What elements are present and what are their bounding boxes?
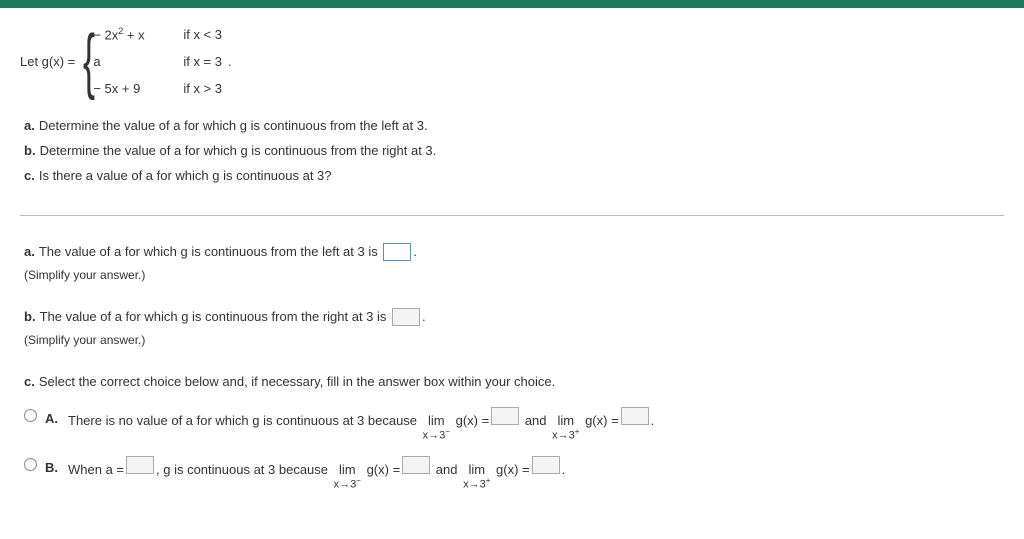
question-text: Is there a value of a for which g is con… (39, 168, 332, 183)
lim-bot: x→3− (334, 477, 361, 491)
answer-a-input[interactable] (383, 243, 411, 261)
lim-bot: x→3+ (463, 477, 490, 491)
content-area: Let g(x) = { − 2x2 + x if x < 3 a if x =… (0, 8, 1024, 539)
question-text: Determine the value of a for which g is … (39, 118, 428, 133)
divider (20, 215, 1004, 216)
choice-b-radio[interactable] (24, 458, 37, 471)
limit-left: lim x→3− (423, 414, 450, 442)
limit-right: lim x→3+ (463, 463, 490, 491)
case-expr: a (93, 54, 173, 69)
function-definition: Let g(x) = { − 2x2 + x if x < 3 a if x =… (20, 20, 1004, 102)
case-cond: if x > 3 (183, 81, 222, 96)
period: . (228, 54, 232, 69)
left-brace: { (83, 25, 95, 97)
choice-a-pre: There is no value of a for which g is co… (68, 409, 417, 432)
case-expr: − 2x2 + x (93, 26, 173, 42)
lim-func: g(x) = (456, 409, 490, 432)
case-expr: − 5x + 9 (93, 81, 173, 96)
lim-top: lim (428, 414, 445, 428)
choice-b-pre2: , g is continuous at 3 because (156, 458, 328, 481)
and-text: and (525, 409, 547, 432)
case-row-2: a if x = 3 (93, 54, 222, 69)
choice-b-a-input[interactable] (126, 456, 154, 474)
lim-bot: x→3+ (552, 428, 579, 442)
choice-b-row: B. When a = , g is continuous at 3 becau… (24, 456, 1004, 491)
case-row-3: − 5x + 9 if x > 3 (93, 81, 222, 96)
answer-text: The value of a for which g is continuous… (39, 244, 378, 259)
choice-a-body: There is no value of a for which g is co… (68, 407, 654, 442)
period: . (422, 309, 426, 324)
question-b: b.Determine the value of a for which g i… (24, 141, 1004, 162)
answer-a: a.The value of a for which g is continuo… (24, 240, 1004, 287)
piecewise-cases: − 2x2 + x if x < 3 a if x = 3 − 5x + 9 i… (93, 20, 222, 102)
period: . (651, 409, 655, 432)
choice-b-label: B. (45, 456, 58, 479)
case-cond: if x = 3 (183, 54, 222, 69)
choice-b-pre1: When a = (68, 458, 124, 481)
limit-left: lim x→3− (334, 463, 361, 491)
answer-a-hint: (Simplify your answer.) (24, 265, 1004, 287)
lim-bot: x→3− (423, 428, 450, 442)
answer-text: Select the correct choice below and, if … (39, 374, 555, 389)
lim-func: g(x) = (585, 409, 619, 432)
limit-right: lim x→3+ (552, 414, 579, 442)
choice-a-lim1-input[interactable] (491, 407, 519, 425)
answer-b: b.The value of a for which g is continuo… (24, 305, 1004, 352)
piecewise-brace: { − 2x2 + x if x < 3 a if x = 3 − 5x + 9… (81, 20, 222, 102)
period: . (562, 458, 566, 481)
let-text: Let g(x) = (20, 54, 75, 69)
answer-b-input[interactable] (392, 308, 420, 326)
choice-a-row: A. There is no value of a for which g is… (24, 407, 1004, 442)
question-a: a.Determine the value of a for which g i… (24, 116, 1004, 137)
question-text: Determine the value of a for which g is … (40, 143, 437, 158)
answer-c: c.Select the correct choice below and, i… (24, 370, 1004, 491)
case-cond: if x < 3 (183, 27, 222, 42)
answer-b-hint: (Simplify your answer.) (24, 330, 1004, 352)
lim-func: g(x) = (496, 458, 530, 481)
choice-a-radio[interactable] (24, 409, 37, 422)
and-text: and (436, 458, 458, 481)
lim-top: lim (468, 463, 485, 477)
choice-a-label: A. (45, 407, 58, 430)
answer-section: a.The value of a for which g is continuo… (24, 240, 1004, 491)
choice-a-lim2-input[interactable] (621, 407, 649, 425)
answer-text: The value of a for which g is continuous… (40, 309, 387, 324)
choice-b-lim2-input[interactable] (532, 456, 560, 474)
lim-top: lim (339, 463, 356, 477)
choice-b-body: When a = , g is continuous at 3 because … (68, 456, 565, 491)
top-bar (0, 0, 1024, 8)
lim-func: g(x) = (367, 458, 401, 481)
case-row-1: − 2x2 + x if x < 3 (93, 26, 222, 42)
question-list: a.Determine the value of a for which g i… (24, 116, 1004, 186)
question-c: c.Is there a value of a for which g is c… (24, 166, 1004, 187)
lim-top: lim (557, 414, 574, 428)
period: . (413, 244, 417, 259)
choice-b-lim1-input[interactable] (402, 456, 430, 474)
